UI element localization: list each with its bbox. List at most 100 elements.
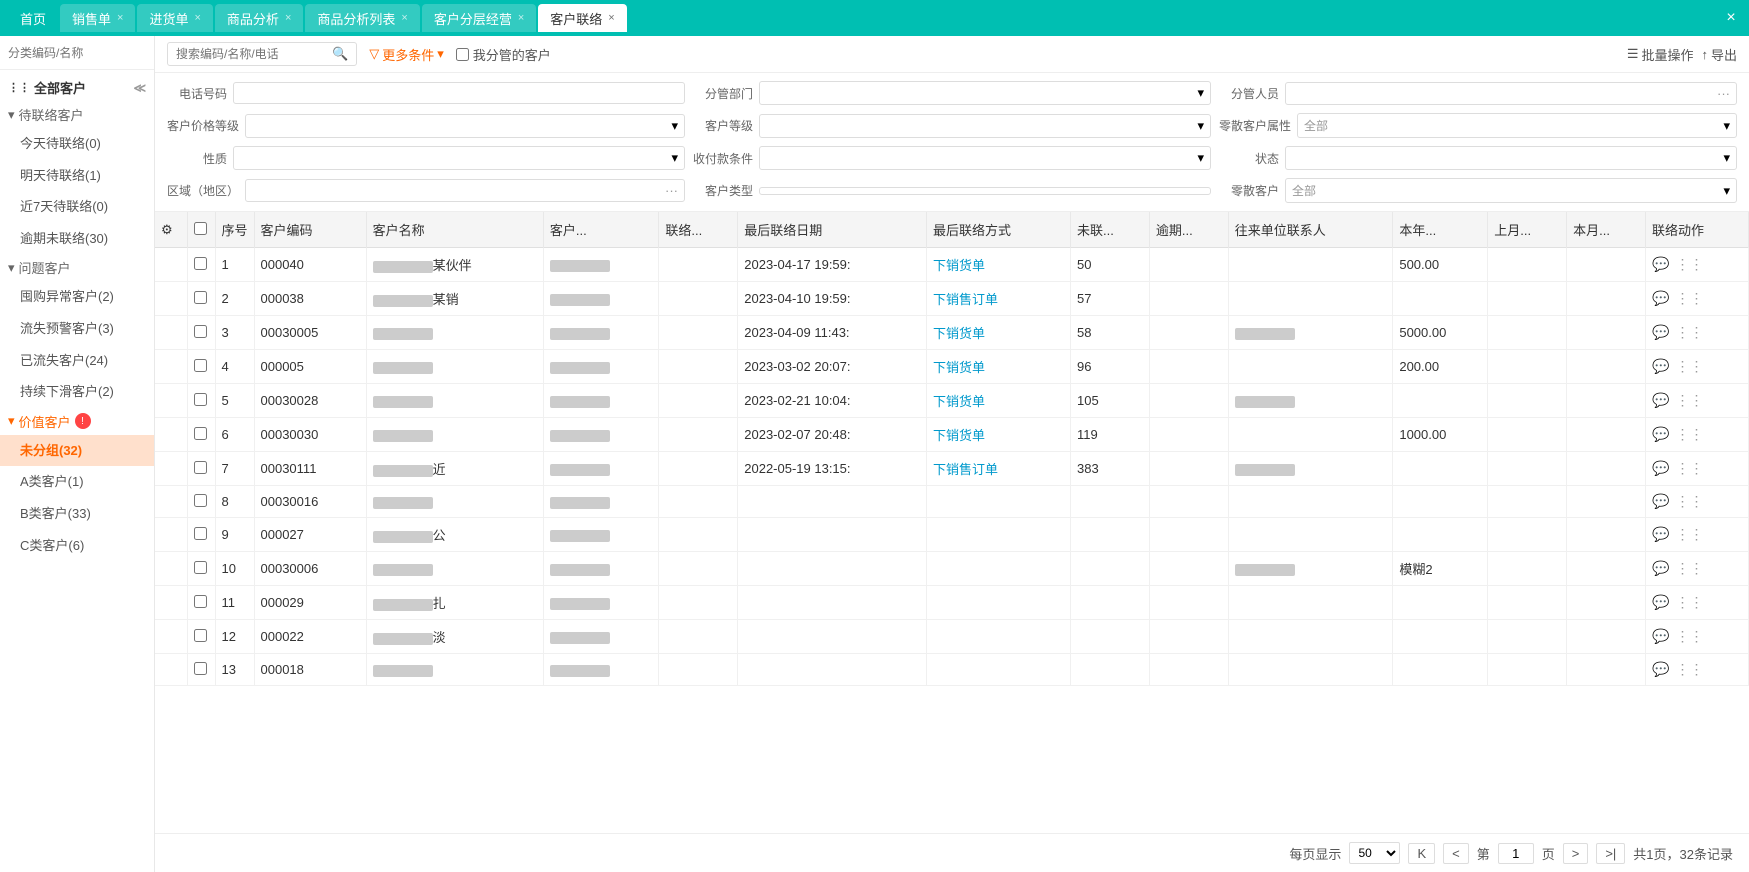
row-checkbox[interactable]: [194, 494, 207, 507]
grid-action-icon[interactable]: ⋮⋮: [1675, 392, 1703, 409]
page-input[interactable]: [1498, 843, 1534, 864]
grid-action-icon[interactable]: ⋮⋮: [1675, 560, 1703, 577]
last-method-link[interactable]: 下销货单: [933, 394, 985, 409]
nav-tab-analysis-list[interactable]: 商品分析列表 ×: [305, 4, 419, 32]
close-purchase-tab[interactable]: ×: [194, 12, 200, 24]
zero-customer-select[interactable]: 全部 ▾: [1285, 178, 1737, 203]
row-checkbox[interactable]: [194, 662, 207, 675]
nav-tab-customer-contact[interactable]: 客户联络 ×: [538, 4, 626, 32]
row-checkbox[interactable]: [194, 629, 207, 642]
th-overdue[interactable]: 逾期...: [1149, 212, 1228, 248]
sidebar-item-a-class[interactable]: A类客户(1): [0, 466, 154, 498]
row-checkbox[interactable]: [194, 595, 207, 608]
row-checkbox[interactable]: [194, 561, 207, 574]
nav-tab-purchase[interactable]: 进货单 ×: [137, 4, 212, 32]
grid-action-icon[interactable]: ⋮⋮: [1675, 290, 1703, 307]
row-checkbox[interactable]: [194, 257, 207, 270]
td-last-method[interactable]: 下销货单: [926, 384, 1070, 418]
sidebar-item-tomorrow-pending[interactable]: 明天待联络(1): [0, 160, 154, 192]
td-checkbox[interactable]: [187, 350, 215, 384]
chat-action-icon[interactable]: 💬: [1652, 324, 1669, 341]
page-size-select[interactable]: 50 100: [1349, 842, 1400, 864]
region-select[interactable]: ···: [245, 179, 685, 202]
td-checkbox[interactable]: [187, 518, 215, 552]
td-checkbox[interactable]: [187, 486, 215, 518]
td-checkbox[interactable]: [187, 654, 215, 686]
sidebar-item-abnormal[interactable]: 囤购异常客户(2): [0, 281, 154, 313]
chat-action-icon[interactable]: 💬: [1652, 290, 1669, 307]
sidebar-item-declining[interactable]: 持续下滑客户(2): [0, 376, 154, 408]
payment-select[interactable]: ▾: [759, 146, 1211, 170]
row-checkbox[interactable]: [194, 325, 207, 338]
sidebar-item-b-class[interactable]: B类客户(33): [0, 498, 154, 530]
grid-action-icon[interactable]: ⋮⋮: [1675, 324, 1703, 341]
grid-action-icon[interactable]: ⋮⋮: [1675, 460, 1703, 477]
row-checkbox[interactable]: [194, 461, 207, 474]
batch-ops-btn[interactable]: ☰ 批量操作: [1627, 45, 1694, 64]
sidebar-item-churned[interactable]: 已流失客户(24): [0, 345, 154, 377]
grid-action-icon[interactable]: ⋮⋮: [1675, 426, 1703, 443]
td-checkbox[interactable]: [187, 586, 215, 620]
sidebar-search-input[interactable]: [8, 46, 155, 60]
manager-select[interactable]: ···: [1285, 82, 1737, 105]
collapse-sidebar-btn[interactable]: ≪: [133, 81, 146, 95]
last-method-link[interactable]: 下销货单: [933, 326, 985, 341]
row-checkbox[interactable]: [194, 427, 207, 440]
th-col5[interactable]: 联络...: [659, 212, 738, 248]
my-customers-checkbox[interactable]: [456, 48, 469, 61]
td-last-method[interactable]: 下销货单: [926, 316, 1070, 350]
nav-tab-sales[interactable]: 销售单 ×: [60, 4, 135, 32]
row-checkbox[interactable]: [194, 527, 207, 540]
td-last-method[interactable]: [926, 586, 1070, 620]
grid-action-icon[interactable]: ⋮⋮: [1675, 594, 1703, 611]
chat-action-icon[interactable]: 💬: [1652, 426, 1669, 443]
td-checkbox[interactable]: [187, 620, 215, 654]
td-last-method[interactable]: 下销货单: [926, 350, 1070, 384]
chat-action-icon[interactable]: 💬: [1652, 460, 1669, 477]
close-analysis-tab[interactable]: ×: [285, 12, 291, 24]
manager-ellipsis[interactable]: ···: [1717, 86, 1730, 101]
td-last-method[interactable]: [926, 486, 1070, 518]
last-method-link[interactable]: 下销货单: [933, 360, 985, 375]
chat-action-icon[interactable]: 💬: [1652, 493, 1669, 510]
th-code[interactable]: 客户编码: [254, 212, 366, 248]
all-customers-header[interactable]: ⋮⋮ 全部客户 ≪: [0, 70, 154, 101]
chat-action-icon[interactable]: 💬: [1652, 526, 1669, 543]
th-col4[interactable]: 客户...: [543, 212, 659, 248]
nav-tab-analysis[interactable]: 商品分析 ×: [215, 4, 303, 32]
chat-action-icon[interactable]: 💬: [1652, 661, 1669, 678]
first-page-btn[interactable]: K: [1408, 843, 1435, 864]
td-last-method[interactable]: 下销货单: [926, 248, 1070, 282]
status-select[interactable]: ▾: [1285, 146, 1737, 170]
export-btn[interactable]: ↑ 导出: [1701, 45, 1737, 64]
th-checkbox[interactable]: [187, 212, 215, 248]
last-page-btn[interactable]: >|: [1596, 843, 1625, 864]
th-name[interactable]: 客户名称: [366, 212, 543, 248]
grid-action-icon[interactable]: ⋮⋮: [1675, 256, 1703, 273]
last-method-link[interactable]: 下销货单: [933, 428, 985, 443]
row-checkbox[interactable]: [194, 291, 207, 304]
zero-retail-select[interactable]: 全部 ▾: [1297, 113, 1737, 138]
grid-action-icon[interactable]: ⋮⋮: [1675, 628, 1703, 645]
prev-page-btn[interactable]: <: [1443, 843, 1469, 864]
problem-group-header[interactable]: ▾ 问题客户: [0, 254, 154, 281]
sidebar-item-ungroup[interactable]: 未分组(32): [0, 435, 154, 467]
close-customer-contact-tab[interactable]: ×: [608, 12, 614, 24]
pending-group-header[interactable]: ▾ 待联络客户: [0, 101, 154, 128]
td-last-method[interactable]: [926, 552, 1070, 586]
row-checkbox[interactable]: [194, 359, 207, 372]
td-checkbox[interactable]: [187, 384, 215, 418]
th-last-date[interactable]: 最后联络日期: [738, 212, 927, 248]
td-checkbox[interactable]: [187, 552, 215, 586]
chat-action-icon[interactable]: 💬: [1652, 358, 1669, 375]
close-all-btn[interactable]: ×: [1721, 8, 1741, 28]
th-contacts[interactable]: 往来单位联系人: [1228, 212, 1393, 248]
chat-action-icon[interactable]: 💬: [1652, 392, 1669, 409]
chat-action-icon[interactable]: 💬: [1652, 594, 1669, 611]
nav-home[interactable]: 首页: [8, 4, 58, 32]
grid-action-icon[interactable]: ⋮⋮: [1675, 358, 1703, 375]
row-checkbox[interactable]: [194, 393, 207, 406]
td-checkbox[interactable]: [187, 316, 215, 350]
th-last-method[interactable]: 最后联络方式: [926, 212, 1070, 248]
region-ellipsis[interactable]: ···: [665, 183, 678, 198]
